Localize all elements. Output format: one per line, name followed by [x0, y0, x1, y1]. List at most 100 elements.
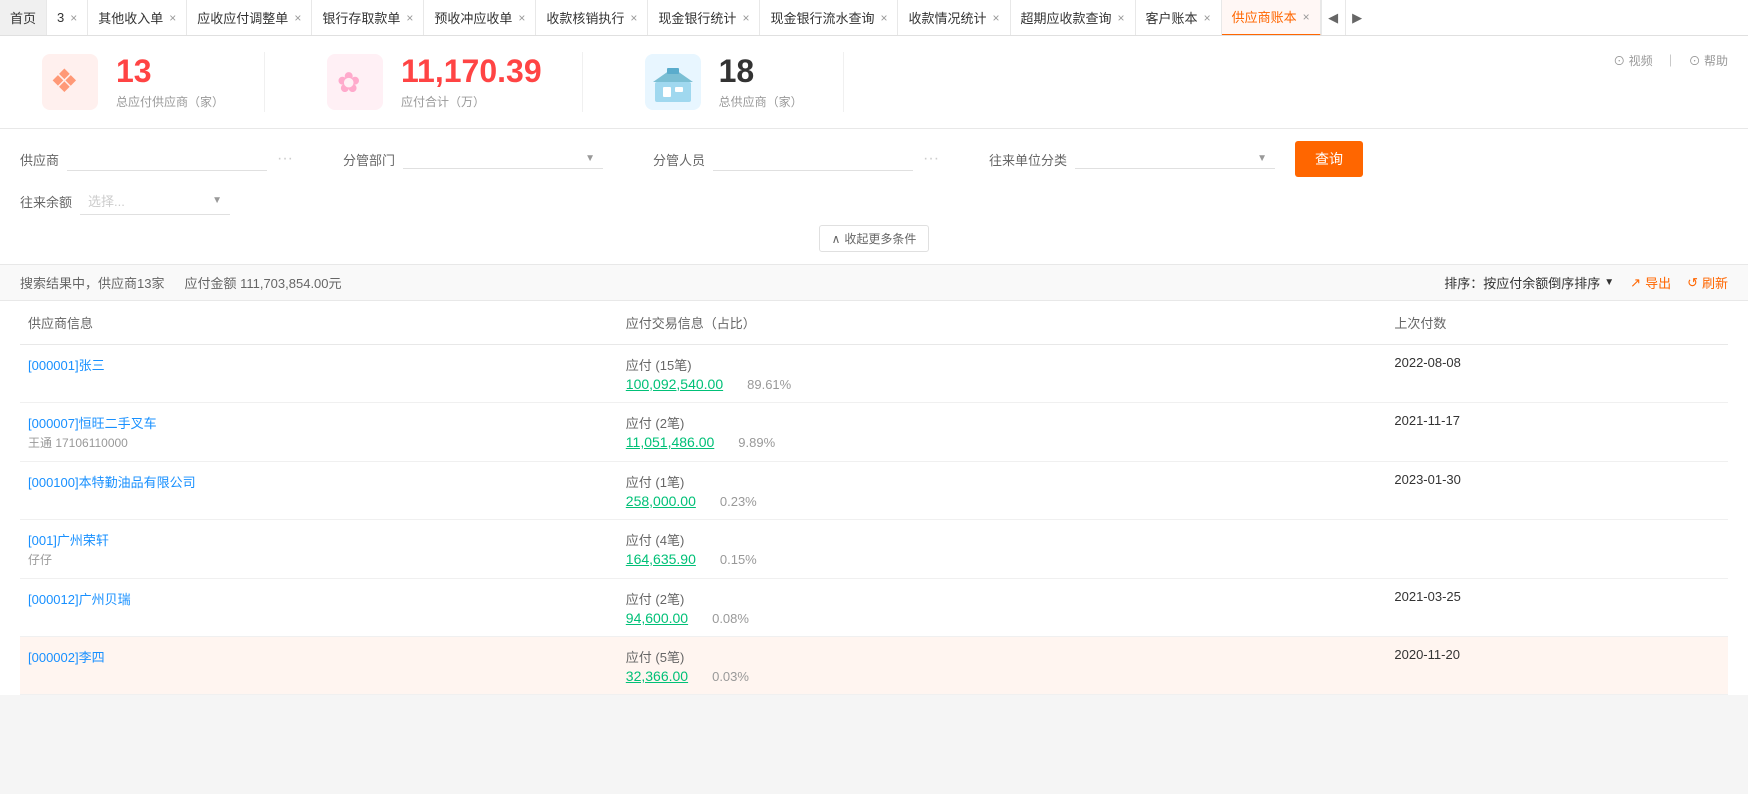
close-tab-ap-adjust[interactable]: × [294, 11, 301, 25]
result-bar: 搜索结果中，供应商13家 应付金额 111,703,854.00元 排序：按应付… [0, 265, 1748, 301]
person-dots[interactable]: ··· [923, 150, 939, 168]
close-tab-other-income[interactable]: × [169, 11, 176, 25]
sort-chevron-icon: ▼ [1604, 277, 1614, 288]
transaction-percent: 0.08% [712, 611, 749, 626]
card2-label: 应付合计（万） [401, 93, 542, 110]
close-tab-receipt-stat[interactable]: × [993, 11, 1000, 25]
collapse-label: 收起更多条件 [844, 230, 916, 247]
refresh-button[interactable]: ↺ 刷新 [1687, 273, 1728, 292]
unit-class-select[interactable]: ▼ [1075, 149, 1275, 169]
lastpay-cell [1386, 520, 1728, 579]
card3-label: 总供应商（家） [719, 93, 803, 110]
filter-person: 分管人员 ··· [653, 147, 939, 171]
video-link[interactable]: ⊙ 视频 [1613, 52, 1652, 69]
supplier-link[interactable]: [000007]恒旺二手叉车 [28, 416, 157, 431]
transaction-amount[interactable]: 258,000.00 [626, 493, 696, 509]
nav-tab-bank-deposit[interactable]: 银行存取款单 × [312, 0, 424, 36]
supplier-link[interactable]: [000001]张三 [28, 358, 105, 373]
transaction-type: 应付 (4笔) [626, 530, 1379, 549]
close-tab-bank-deposit[interactable]: × [406, 11, 413, 25]
help-links: ⊙ 视频 ｜ ⊙ 帮助 [1613, 52, 1728, 69]
nav-tab-customer-account[interactable]: 客户账本 × [1136, 0, 1222, 36]
card1-number: 13 [116, 54, 224, 89]
result-amount: 应付金额 111,703,854.00元 [184, 273, 341, 292]
supplier-sub: 仔仔 [28, 551, 610, 568]
nav-tab-cash-bank-stat[interactable]: 现金银行统计 × [648, 0, 760, 36]
lastpay-cell: 2022-08-08 [1386, 345, 1728, 403]
transaction-amount[interactable]: 94,600.00 [626, 610, 688, 626]
sort-select[interactable]: 排序：按应付余额倒序排序 ▼ [1444, 273, 1614, 292]
transaction-type: 应付 (15笔) [626, 355, 1379, 374]
transaction-percent: 0.03% [712, 669, 749, 684]
transaction-cell: 应付 (2笔)94,600.000.08% [618, 579, 1387, 637]
person-input[interactable] [713, 147, 913, 171]
supplier-link[interactable]: [000002]李四 [28, 650, 105, 665]
nav-tab-other-income[interactable]: 其他收入单 × [88, 0, 187, 36]
close-tab-customer-account[interactable]: × [1204, 11, 1211, 25]
table-row: [000001]张三 应付 (15笔) 100,092,540.00 89.61% 20… [20, 345, 1728, 403]
close-tab-overdue-ap[interactable]: × [1118, 11, 1125, 25]
balance-label: 往来余额 [20, 192, 72, 211]
nav-tab-home[interactable]: 首页 [0, 0, 47, 36]
unit-class-chevron: ▼ [1257, 153, 1267, 164]
lastpay-cell: 2021-11-17 [1386, 403, 1728, 462]
dept-label: 分管部门 [343, 150, 395, 169]
close-tab-cash-bank-stat[interactable]: × [742, 11, 749, 25]
close-tab-prepay[interactable]: × [518, 11, 525, 25]
card2-icon: ✿ [325, 52, 385, 112]
filter-bar: 供应商 ··· 分管部门 ▼ 分管人员 ··· 往来单位分类 ▼ 查询 [0, 129, 1748, 265]
nav-next[interactable]: ▶ [1345, 0, 1369, 36]
nav-tab-receipt-verify[interactable]: 收款核销执行 × [536, 0, 648, 36]
summary-card-2: ✿ 11,170.39 应付合计（万） [305, 52, 583, 112]
nav-tab-overdue-ap[interactable]: 超期应收款查询 × [1011, 0, 1136, 36]
transaction-type: 应付 (5笔) [626, 647, 1379, 666]
supplier-sub: 王通 17106110000 [28, 434, 610, 451]
query-button[interactable]: 查询 [1295, 141, 1363, 177]
close-tab-supplier-account[interactable]: × [1303, 10, 1310, 24]
transaction-cell: 应付 (4笔)164,635.900.15% [618, 520, 1387, 579]
table-row: [000100]本特勤油品有限公司应付 (1笔)258,000.000.23%2… [20, 462, 1728, 520]
lastpay-cell: 2020-11-20 [1386, 637, 1728, 695]
transaction-amount[interactable]: 32,366.00 [626, 668, 688, 684]
svg-text:✿: ✿ [337, 67, 360, 98]
transaction-amount[interactable]: 11,051,486.00 [626, 434, 715, 450]
dept-select[interactable]: ▼ [403, 149, 603, 169]
close-tab-3[interactable]: × [70, 11, 77, 25]
refresh-icon: ↺ [1687, 275, 1698, 291]
svg-text:❖: ❖ [50, 63, 79, 99]
export-label: 导出 [1645, 273, 1671, 292]
refresh-label: 刷新 [1702, 273, 1728, 292]
nav-prev[interactable]: ◀ [1321, 0, 1345, 36]
supplier-link[interactable]: [000012]广州贝瑞 [28, 592, 131, 607]
nav-tab-3[interactable]: 3 × [47, 0, 88, 36]
transaction-amount[interactable]: 164,635.90 [626, 551, 696, 567]
collapse-button[interactable]: ∧ 收起更多条件 [819, 225, 930, 252]
close-tab-cash-bank-flow[interactable]: × [880, 11, 887, 25]
help-link[interactable]: ⊙ 帮助 [1689, 52, 1728, 69]
supplier-link[interactable]: [001]广州荣轩 [28, 533, 109, 548]
balance-select[interactable]: 选择... ▼ [80, 187, 230, 215]
supplier-cell: [000007]恒旺二手叉车王通 17106110000 [20, 403, 618, 462]
supplier-link[interactable]: [000100]本特勤油品有限公司 [28, 475, 196, 490]
transaction-amount[interactable]: 100,092,540.00 [626, 376, 723, 392]
export-button[interactable]: ↗ 导出 [1630, 273, 1671, 292]
supplier-label: 供应商 [20, 150, 59, 169]
lastpay-cell: 2023-01-30 [1386, 462, 1728, 520]
nav-tab-prepay[interactable]: 预收冲应收单 × [424, 0, 536, 36]
card2-number: 11,170.39 [401, 54, 542, 89]
supplier-cell: [000002]李四 [20, 637, 618, 695]
nav-tab-ap-adjust[interactable]: 应收应付调整单 × [187, 0, 312, 36]
nav-tab-receipt-stat[interactable]: 收款情况统计 × [898, 0, 1010, 36]
table-row: [000002]李四 应付 (5笔) 32,366.00 0.03% 2020-11-2… [20, 637, 1728, 695]
filter-dept: 分管部门 ▼ [343, 149, 603, 169]
supplier-input[interactable] [67, 147, 267, 171]
supplier-cell: [000100]本特勤油品有限公司 [20, 462, 618, 520]
transaction-percent: 89.61% [747, 377, 791, 392]
nav-tab-supplier-account[interactable]: 供应商账本 × [1222, 0, 1321, 36]
supplier-table: 供应商信息 应付交易信息（占比） 上次付数 [000001]张三应付 (15笔)… [20, 301, 1728, 695]
card3-icon [643, 52, 703, 112]
nav-tab-cash-bank-flow[interactable]: 现金银行流水查询 × [760, 0, 898, 36]
summary-card-3: 18 总供应商（家） [623, 52, 844, 112]
supplier-dots[interactable]: ··· [277, 150, 293, 168]
close-tab-receipt-verify[interactable]: × [630, 11, 637, 25]
